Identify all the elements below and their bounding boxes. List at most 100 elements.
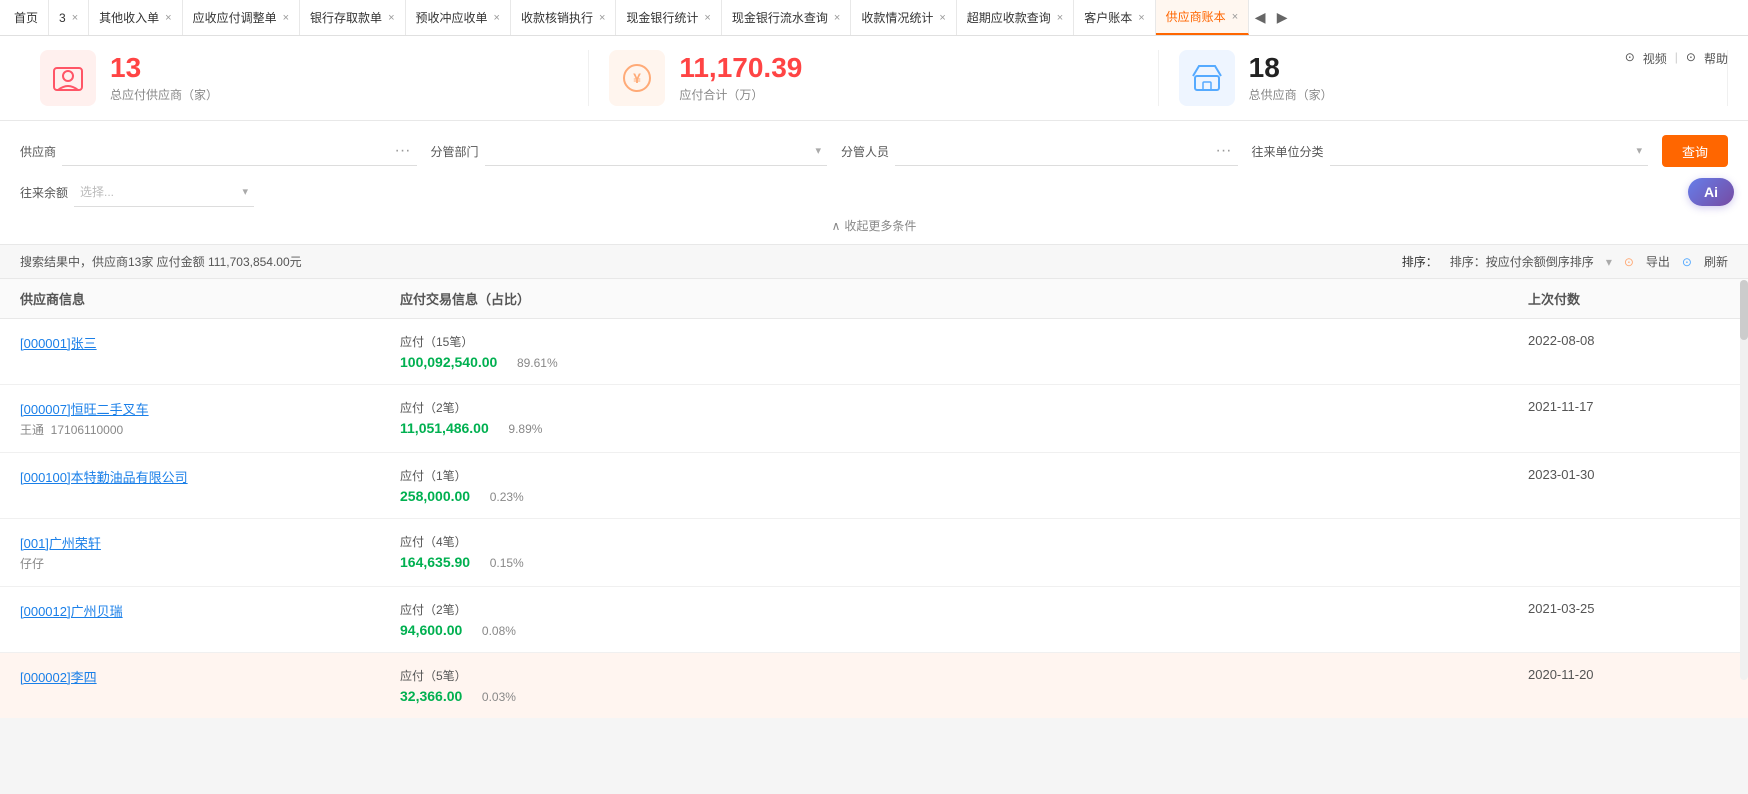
query-button[interactable]: 查询: [1662, 135, 1728, 167]
manager-filter-label: 分管人员: [841, 143, 889, 160]
ai-button[interactable]: Ai: [1688, 178, 1734, 206]
supplier-link-5[interactable]: [000012]广州贝瑞: [20, 601, 400, 620]
trans-pct-2: 9.89%: [508, 422, 542, 436]
stat-ap-suppliers-value: 13: [110, 53, 218, 84]
export-icon: ⊙: [1624, 255, 1634, 269]
collapse-text: 收起更多条件: [844, 217, 916, 234]
close-bank-deposit-icon[interactable]: ×: [388, 12, 394, 24]
dept-chevron-icon: ▾: [815, 144, 821, 157]
nav-arrow-left[interactable]: ◀: [1249, 0, 1271, 35]
supplier-link-2[interactable]: [000007]恒旺二手叉车: [20, 399, 400, 418]
nav-tab-3[interactable]: 3 ×: [49, 0, 89, 35]
close-collect-verify-icon[interactable]: ×: [599, 12, 605, 24]
trans-pct-6: 0.03%: [482, 690, 516, 704]
transaction-info-3: 应付（1笔） 258,000.00 0.23%: [400, 467, 1528, 504]
export-button[interactable]: 导出: [1646, 253, 1670, 270]
supplier-contact-4: 仔仔: [20, 555, 400, 572]
nav-arrow-right[interactable]: ▶: [1271, 0, 1293, 35]
trans-label-3: 应付（1笔）: [400, 467, 1528, 484]
manager-filter-input[interactable]: ···: [895, 136, 1237, 166]
category-filter-select[interactable]: ▾: [1330, 136, 1648, 166]
trans-amount-1: 100,092,540.00: [400, 354, 497, 370]
nav-tab-collect-stat[interactable]: 收款情况统计 ×: [851, 0, 956, 35]
supplier-info-4: [001]广州荣轩 仔仔: [20, 533, 400, 572]
transaction-info-2: 应付（2笔） 11,051,486.00 9.89%: [400, 399, 1528, 436]
table-row: [000007]恒旺二手叉车 王通 17106110000 应付（2笔） 11,…: [0, 385, 1748, 453]
trans-label-1: 应付（15笔）: [400, 333, 1528, 350]
nav-tab-advance-collect[interactable]: 预收冲应收单 ×: [406, 0, 511, 35]
collapse-bar[interactable]: ∧ 收起更多条件: [20, 217, 1728, 234]
svg-text:¥: ¥: [633, 70, 641, 86]
close-advance-collect-icon[interactable]: ×: [494, 12, 500, 24]
scrollbar-track[interactable]: [1740, 280, 1748, 680]
nav-tab-bank-deposit[interactable]: 银行存取款单 ×: [300, 0, 405, 35]
close-supplier-account-icon[interactable]: ×: [1232, 11, 1238, 23]
lastpay-6: 2020-11-20: [1528, 667, 1728, 682]
stat-ap-total: ¥ 11,170.39 应付合计（万）: [589, 50, 1158, 106]
supplier-filter-input[interactable]: ···: [62, 136, 416, 166]
nav-tab-cash-flow-query[interactable]: 现金银行流水查询 ×: [722, 0, 851, 35]
video-link[interactable]: 视频: [1643, 50, 1667, 67]
filter-row-1: 供应商 ··· 分管部门 ▾ 分管人员 ··· 往来单位分类 ▾ 查询: [20, 135, 1728, 167]
stat-ap-total-label: 应付合计（万）: [679, 86, 802, 103]
nav-tab-customer-account[interactable]: 客户账本 ×: [1074, 0, 1155, 35]
sort-value[interactable]: 排序：按应付余额倒序排序: [1450, 253, 1594, 270]
dept-filter-select[interactable]: ▾: [485, 136, 827, 166]
close-collect-stat-icon[interactable]: ×: [939, 12, 945, 24]
sort-label: 排序：: [1402, 253, 1438, 270]
lastpay-5: 2021-03-25: [1528, 601, 1728, 616]
table-row: [000002]李四 应付（5笔） 32,366.00 0.03% 2020-1…: [0, 653, 1748, 718]
scrollbar-thumb[interactable]: [1740, 280, 1748, 340]
trans-label-5: 应付（2笔）: [400, 601, 1528, 618]
close-tab-3-icon[interactable]: ×: [72, 12, 78, 24]
trans-amount-3: 258,000.00: [400, 488, 470, 504]
col-header-supplier: 供应商信息: [20, 289, 400, 308]
help-link[interactable]: 帮助: [1704, 50, 1728, 67]
trans-pct-4: 0.15%: [490, 556, 524, 570]
refresh-button[interactable]: 刷新: [1704, 253, 1728, 270]
nav-tab-overdue-query[interactable]: 超期应收款查询 ×: [957, 0, 1074, 35]
supplier-link-4[interactable]: [001]广州荣轩: [20, 533, 400, 552]
filter-row-2: 往来余额 选择... ▾: [20, 177, 1728, 207]
close-ap-adjust-icon[interactable]: ×: [283, 12, 289, 24]
help-icon: ⊙: [1686, 50, 1696, 67]
filter-area: 供应商 ··· 分管部门 ▾ 分管人员 ··· 往来单位分类 ▾ 查询 往来余额: [0, 121, 1748, 245]
close-cash-flow-icon[interactable]: ×: [834, 12, 840, 24]
close-overdue-icon[interactable]: ×: [1057, 12, 1063, 24]
supplier-link-1[interactable]: [000001]张三: [20, 333, 400, 352]
nav-tab-other-income[interactable]: 其他收入单 ×: [89, 0, 182, 35]
balance-filter-select[interactable]: 选择... ▾: [74, 177, 254, 207]
nav-tab-cash-bank-stat[interactable]: 现金银行统计 ×: [616, 0, 721, 35]
stat-total-suppliers-label: 总供应商（家）: [1249, 86, 1333, 103]
nav-tab-collect-verify[interactable]: 收款核销执行 ×: [511, 0, 616, 35]
close-other-income-icon[interactable]: ×: [165, 12, 171, 24]
stat-ap-suppliers: 13 总应付供应商（家）: [20, 50, 589, 106]
top-right-links: ⊙ 视频 | ⊙ 帮助: [1625, 50, 1728, 67]
trans-amount-6: 32,366.00: [400, 688, 462, 704]
supplier-link-6[interactable]: [000002]李四: [20, 667, 400, 686]
filter-dept: 分管部门 ▾: [431, 136, 828, 166]
trans-pct-5: 0.08%: [482, 624, 516, 638]
stat-icon-money: ¥: [609, 50, 665, 106]
col-header-transaction: 应付交易信息（占比）: [400, 289, 1528, 308]
table-area: 供应商信息 应付交易信息（占比） 上次付数 [000001]张三 应付（15笔）…: [0, 279, 1748, 718]
close-cash-bank-stat-icon[interactable]: ×: [704, 12, 710, 24]
lastpay-3: 2023-01-30: [1528, 467, 1728, 482]
supplier-info-5: [000012]广州贝瑞: [20, 601, 400, 620]
top-navigation: 首页 3 × 其他收入单 × 应收应付调整单 × 银行存取款单 × 预收冲应收单…: [0, 0, 1748, 36]
category-filter-label: 往来单位分类: [1252, 143, 1324, 160]
col-header-lastpay: 上次付数: [1528, 289, 1728, 308]
trans-label-2: 应付（2笔）: [400, 399, 1528, 416]
stat-total-suppliers-value: 18: [1249, 53, 1333, 84]
supplier-link-3[interactable]: [000100]本特勤油品有限公司: [20, 467, 400, 486]
nav-tab-ap-adjust[interactable]: 应收应付调整单 ×: [183, 0, 300, 35]
stat-icon-suppliers: [40, 50, 96, 106]
lastpay-1: 2022-08-08: [1528, 333, 1728, 348]
balance-chevron-icon: ▾: [242, 185, 248, 198]
category-chevron-icon: ▾: [1636, 144, 1642, 157]
nav-tab-home[interactable]: 首页: [4, 0, 49, 35]
supplier-contact-2: 王通 17106110000: [20, 421, 400, 438]
supplier-info-1: [000001]张三: [20, 333, 400, 352]
nav-tab-supplier-account[interactable]: 供应商账本 ×: [1156, 0, 1249, 35]
close-customer-account-icon[interactable]: ×: [1138, 12, 1144, 24]
